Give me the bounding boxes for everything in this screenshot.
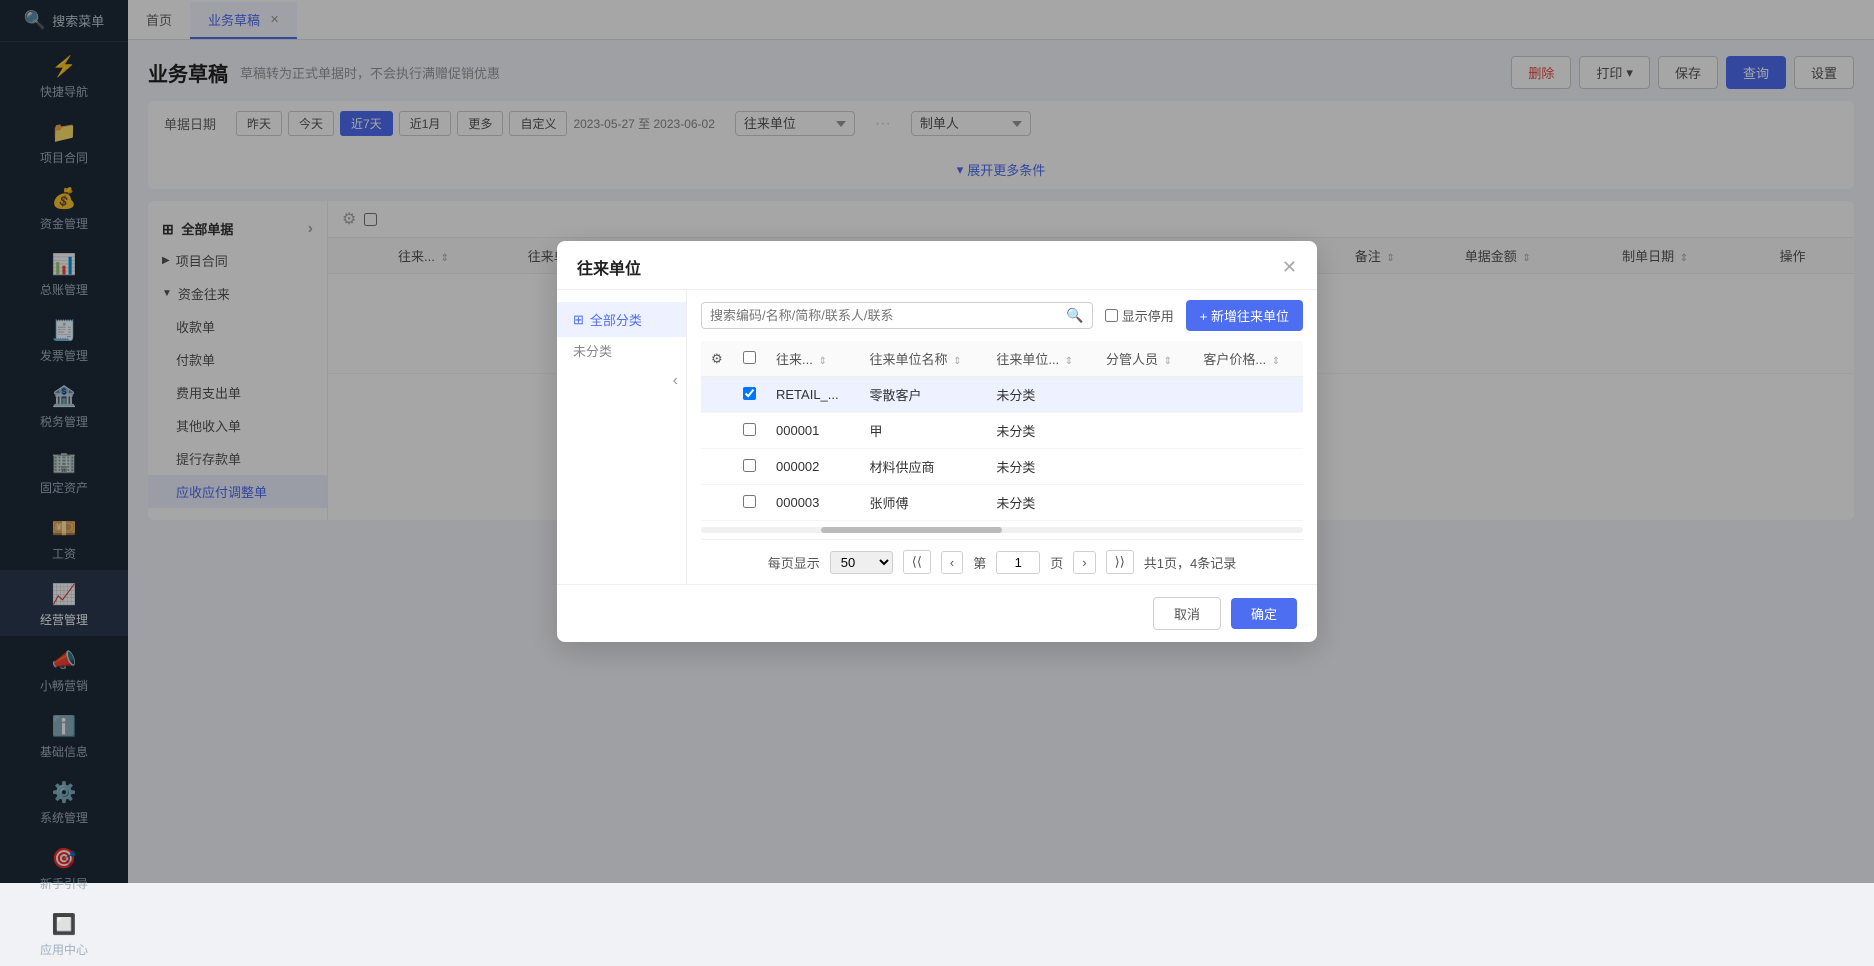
dialog-main: 🔍 显示停用 + 新增往来单位 ⚙ <box>687 290 1317 584</box>
dialog-footer: 取消 确定 <box>557 584 1317 642</box>
row3-icon <box>701 449 733 485</box>
apps-icon: 🔲 <box>52 912 77 937</box>
per-page-select[interactable]: 50 <box>830 551 893 574</box>
cancel-button[interactable]: 取消 <box>1153 597 1221 630</box>
row2-code: 000001 <box>766 413 860 449</box>
dialog-sidebar: ⊞ 全部分类 未分类 ‹ <box>557 290 687 584</box>
dth-category[interactable]: 往来单位... ⇕ <box>986 341 1096 377</box>
dialog-table-row[interactable]: 000003 张师傅 未分类 <box>701 485 1303 521</box>
dialog-table-row[interactable]: 000002 材料供应商 未分类 <box>701 449 1303 485</box>
sidebar-item-apps[interactable]: 🔲 应用中心 <box>0 900 128 966</box>
dialog-search-input[interactable] <box>710 308 1060 323</box>
grid-icon: ⊞ <box>573 312 584 328</box>
row2-manager <box>1096 413 1193 449</box>
dth-name[interactable]: 往来单位名称 ⇕ <box>860 341 987 377</box>
dialog-table-row[interactable]: RETAIL_... 零散客户 未分类 <box>701 377 1303 413</box>
row2-price <box>1193 413 1303 449</box>
dialog-sidebar-collapse-btn[interactable]: ‹ <box>557 368 686 394</box>
dialog-sidebar-all[interactable]: ⊞ 全部分类 <box>557 302 686 337</box>
pagination-total: 共1页，4条记录 <box>1144 553 1236 572</box>
dialog-table-row[interactable]: 000001 甲 未分类 <box>701 413 1303 449</box>
row2-check[interactable] <box>733 413 766 449</box>
pagination-page-label: 第 <box>973 553 986 572</box>
row4-icon <box>701 485 733 521</box>
dialog-title: 往来单位 <box>577 255 641 279</box>
row3-code: 000002 <box>766 449 860 485</box>
dth-price[interactable]: 客户价格... ⇕ <box>1193 341 1303 377</box>
row4-check[interactable] <box>733 485 766 521</box>
row4-manager <box>1096 485 1193 521</box>
dialog-header: 往来单位 ✕ <box>557 241 1317 290</box>
row1-name: 零散客户 <box>860 377 987 413</box>
dialog-company: 往来单位 ✕ ⊞ 全部分类 未分类 ‹ <box>557 241 1317 642</box>
row2-name: 甲 <box>860 413 987 449</box>
dialog-scrollbar[interactable] <box>701 527 1303 533</box>
dth-settings: ⚙ <box>701 341 733 377</box>
row3-manager <box>1096 449 1193 485</box>
pagination-next[interactable]: › <box>1073 551 1095 574</box>
show-inactive-checkbox[interactable] <box>1105 309 1118 322</box>
dialog-search-row: 🔍 显示停用 + 新增往来单位 <box>701 300 1303 331</box>
dialog-close-icon[interactable]: ✕ <box>1282 258 1297 276</box>
row4-code: 000003 <box>766 485 860 521</box>
dialog-body: ⊞ 全部分类 未分类 ‹ 🔍 显示停用 <box>557 290 1317 584</box>
dth-check <box>733 341 766 377</box>
dialog-pagination: 每页显示 50 ⟨⟨ ‹ 第 页 › ⟩⟩ 共1页，4条记录 <box>701 539 1303 584</box>
dialog-search-box: 🔍 <box>701 302 1093 329</box>
dialog-select-all[interactable] <box>743 351 756 364</box>
row1-check[interactable] <box>733 377 766 413</box>
row3-check[interactable] <box>733 449 766 485</box>
row4-price <box>1193 485 1303 521</box>
confirm-button[interactable]: 确定 <box>1231 598 1297 629</box>
dialog-sidebar-unclassified[interactable]: 未分类 <box>557 337 686 368</box>
dialog-table: ⚙ 往来... ⇕ 往来单位名称 ⇕ 往来单位... ⇕ 分管人员 ⇕ 客户价格… <box>701 341 1303 521</box>
row1-manager <box>1096 377 1193 413</box>
row1-price <box>1193 377 1303 413</box>
add-company-button[interactable]: + 新增往来单位 <box>1186 300 1303 331</box>
dth-code[interactable]: 往来... ⇕ <box>766 341 860 377</box>
row2-icon <box>701 413 733 449</box>
row4-category: 未分类 <box>986 485 1096 521</box>
row3-price <box>1193 449 1303 485</box>
pagination-page-suffix: 页 <box>1050 553 1063 572</box>
dialog-table-wrap: ⚙ 往来... ⇕ 往来单位名称 ⇕ 往来单位... ⇕ 分管人员 ⇕ 客户价格… <box>701 341 1303 539</box>
pagination-prev[interactable]: ‹ <box>941 551 963 574</box>
dth-manager[interactable]: 分管人员 ⇕ <box>1096 341 1193 377</box>
row1-icon <box>701 377 733 413</box>
row1-category: 未分类 <box>986 377 1096 413</box>
dialog-table-header: ⚙ 往来... ⇕ 往来单位名称 ⇕ 往来单位... ⇕ 分管人员 ⇕ 客户价格… <box>701 341 1303 377</box>
row3-category: 未分类 <box>986 449 1096 485</box>
pagination-first[interactable]: ⟨⟨ <box>903 550 931 574</box>
row2-category: 未分类 <box>986 413 1096 449</box>
pagination-page-input[interactable] <box>996 551 1040 574</box>
row1-code: RETAIL_... <box>766 377 860 413</box>
dialog-scrollbar-thumb[interactable] <box>821 527 1002 533</box>
show-inactive-label[interactable]: 显示停用 <box>1105 306 1174 325</box>
row3-name: 材料供应商 <box>860 449 987 485</box>
overlay[interactable]: 往来单位 ✕ ⊞ 全部分类 未分类 ‹ <box>0 0 1874 883</box>
pagination-last[interactable]: ⟩⟩ <box>1106 550 1134 574</box>
row4-name: 张师傅 <box>860 485 987 521</box>
search-glass-icon: 🔍 <box>1066 307 1083 324</box>
